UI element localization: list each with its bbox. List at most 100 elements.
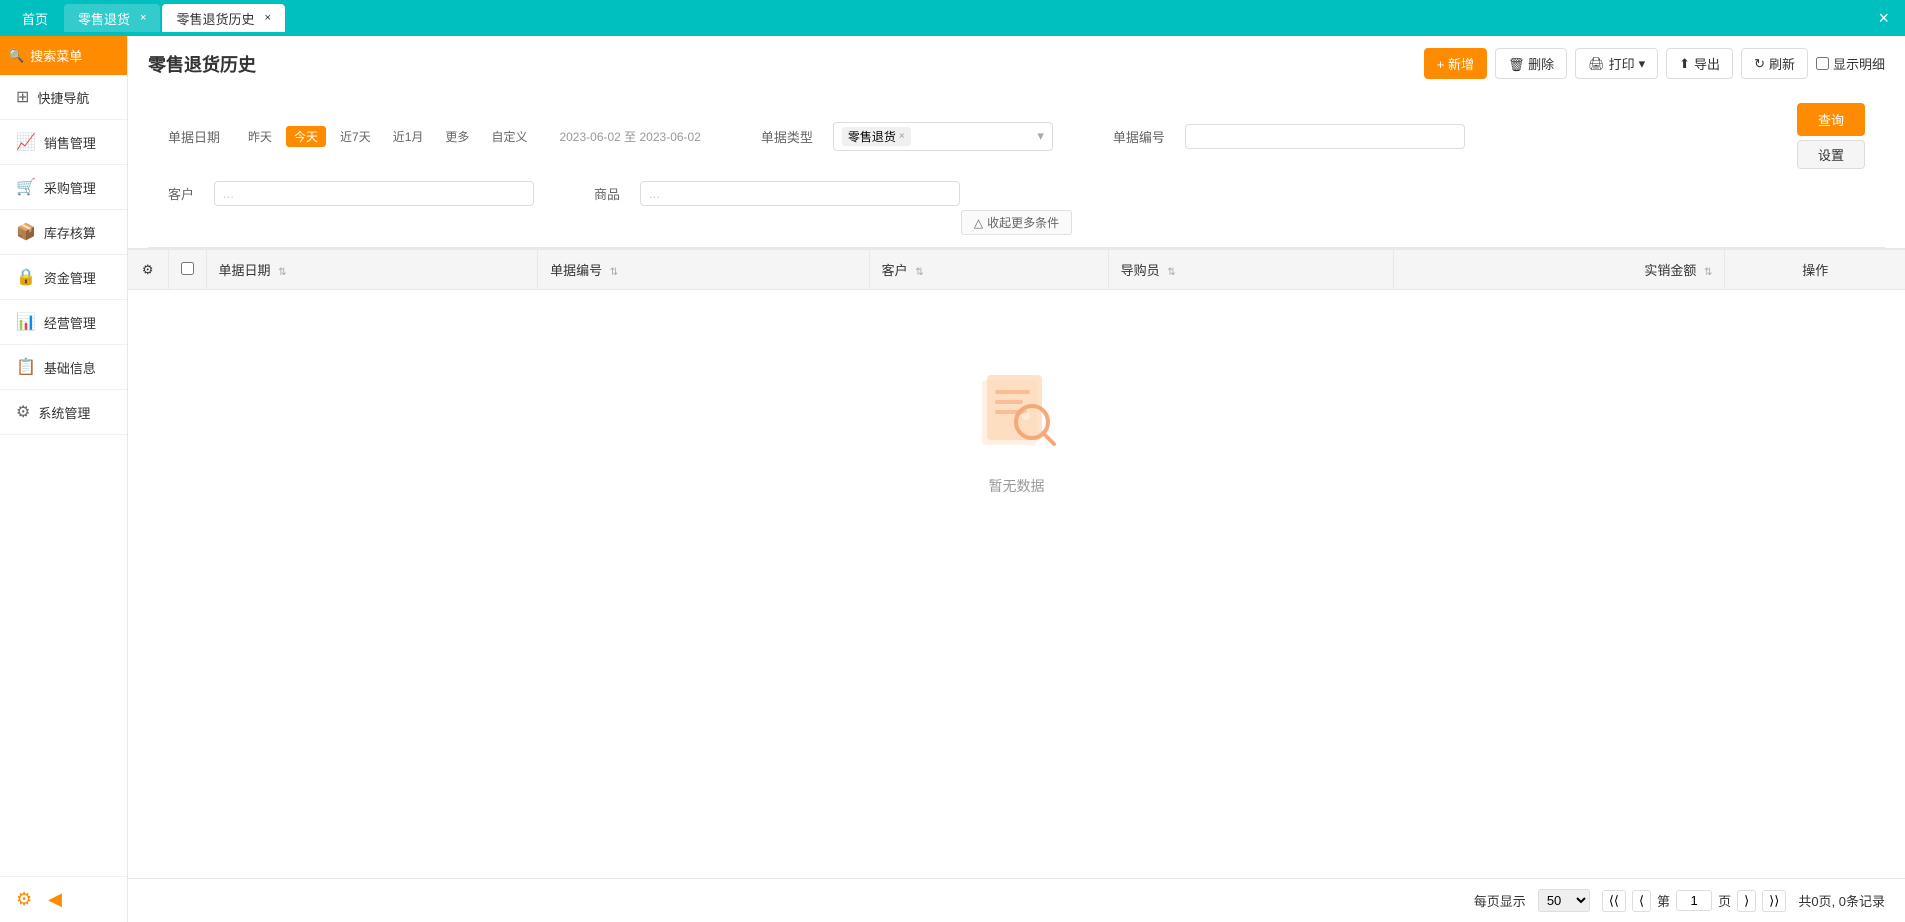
- current-page-input[interactable]: [1676, 890, 1712, 911]
- th-guide-sort[interactable]: ⇅: [1167, 267, 1175, 278]
- delete-button[interactable]: 🗑 删除: [1495, 48, 1567, 79]
- tab-retail-return-history[interactable]: 零售退货历史 ×: [162, 4, 284, 32]
- prev-page-button[interactable]: ⟨: [1632, 890, 1651, 912]
- date-yesterday[interactable]: 昨天: [240, 126, 280, 147]
- date-more[interactable]: 更多: [437, 126, 477, 147]
- select-all-checkbox[interactable]: [181, 262, 194, 275]
- search-icon: 🔍: [8, 48, 24, 64]
- settings-bottom-icon[interactable]: ⚙: [16, 889, 32, 910]
- sidebar-item-sales-mgmt[interactable]: 📈 销售管理: [0, 120, 127, 165]
- type-tag: 零售退货 ×: [842, 127, 911, 146]
- th-settings[interactable]: ⚙: [128, 250, 168, 290]
- sidebar-item-system-mgmt[interactable]: ⚙ 系统管理: [0, 390, 127, 435]
- type-select-dropdown[interactable]: ▾: [1037, 128, 1044, 144]
- sidebar-search[interactable]: 🔍 搜索菜单: [0, 36, 127, 75]
- th-actions: 操作: [1725, 250, 1905, 290]
- sidebar-item-label: 销售管理: [44, 133, 96, 152]
- th-number-sort[interactable]: ⇅: [610, 267, 618, 278]
- next-page-button[interactable]: ⟩: [1737, 890, 1756, 912]
- export-label: 导出: [1694, 54, 1720, 73]
- page-size-select[interactable]: 20 50 100: [1538, 889, 1590, 912]
- customer-select[interactable]: ...: [214, 181, 534, 206]
- sidebar-item-finance[interactable]: 🔒 资金管理: [0, 255, 127, 300]
- table-container: ⚙ 单据日期 ⇅ 单据编号 ⇅ 客户 ⇅: [128, 249, 1905, 878]
- sidebar-item-basic-info[interactable]: 📋 基础信息: [0, 345, 127, 390]
- date-options: 昨天 今天 近7天 近1月 更多 自定义: [240, 126, 535, 147]
- inventory-icon: 📦: [16, 222, 36, 242]
- th-date-sort[interactable]: ⇅: [278, 267, 286, 278]
- collapse-button[interactable]: △ 收起更多条件: [961, 210, 1072, 235]
- tab-retail-return[interactable]: 零售退货 ×: [64, 4, 160, 32]
- th-guide-label: 导购员: [1121, 263, 1160, 278]
- sidebar-search-label: 搜索菜单: [30, 46, 82, 65]
- refresh-button[interactable]: ↻ 刷新: [1741, 48, 1808, 79]
- filter-area: 单据日期 昨天 今天 近7天 近1月 更多 自定义 2023-06-02 至 2…: [148, 91, 1885, 248]
- tab-home[interactable]: 首页: [8, 4, 62, 32]
- th-amount-sort[interactable]: ⇅: [1704, 267, 1712, 278]
- customer-dots: ...: [223, 186, 234, 201]
- customer-label: 客户: [168, 184, 194, 203]
- purchase-icon: 🛒: [16, 177, 36, 197]
- th-number: 单据编号 ⇅: [538, 250, 870, 290]
- page-title: 零售退货历史: [148, 51, 256, 77]
- display-detail-checkbox[interactable]: [1816, 57, 1829, 70]
- settings-button[interactable]: 设置: [1797, 140, 1865, 169]
- export-button[interactable]: ⬆ 导出: [1666, 48, 1733, 79]
- finance-icon: 🔒: [16, 267, 36, 287]
- display-toggle[interactable]: 显示明细: [1816, 54, 1885, 73]
- date-range-display: 2023-06-02 至 2023-06-02: [559, 128, 700, 145]
- page-nav: ⟨⟨ ⟨ 第 页 ⟩ ⟩⟩: [1602, 890, 1787, 912]
- date-7days[interactable]: 近7天: [332, 126, 379, 147]
- th-customer-sort[interactable]: ⇅: [915, 267, 923, 278]
- tab-bar: 首页 零售退货 × 零售退货历史 × ×: [0, 0, 1905, 36]
- pagination-bar: 每页显示 20 50 100 ⟨⟨ ⟨ 第 页 ⟩ ⟩⟩ 共0页, 0条记录: [128, 878, 1905, 922]
- th-number-label: 单据编号: [550, 263, 602, 278]
- goods-dots: ...: [649, 186, 660, 201]
- new-button[interactable]: + 新增: [1424, 48, 1487, 79]
- retail-return-tab-label: 零售退货: [78, 9, 130, 28]
- last-page-button[interactable]: ⟩⟩: [1762, 890, 1786, 912]
- quick-nav-icon: ⊞: [16, 87, 29, 107]
- th-checkbox[interactable]: [168, 250, 206, 290]
- refresh-icon: ↻: [1754, 56, 1765, 72]
- sidebar-item-purchase-mgmt[interactable]: 🛒 采购管理: [0, 165, 127, 210]
- collapse-sidebar-icon[interactable]: ◀: [48, 889, 62, 910]
- sidebar-item-inventory[interactable]: 📦 库存核算: [0, 210, 127, 255]
- page-title-row: 零售退货历史 + 新增 🗑 删除 🖨 打印 ▾ ⬆ 导出 ↻: [148, 48, 1885, 79]
- query-button[interactable]: 查询: [1797, 103, 1865, 136]
- sidebar-item-label: 系统管理: [38, 403, 90, 422]
- th-customer: 客户 ⇅: [869, 250, 1108, 290]
- th-date-label: 单据日期: [219, 263, 271, 278]
- retail-return-tab-close[interactable]: ×: [140, 12, 146, 24]
- retail-return-history-tab-label: 零售退货历史: [176, 9, 254, 28]
- date-1month[interactable]: 近1月: [385, 126, 432, 147]
- sales-icon: 📈: [16, 132, 36, 152]
- retail-return-history-tab-close[interactable]: ×: [264, 12, 270, 24]
- page-unit: 页: [1718, 891, 1731, 910]
- sidebar-item-operations[interactable]: 📊 经营管理: [0, 300, 127, 345]
- th-actions-label: 操作: [1802, 263, 1828, 278]
- page-size-label: 每页显示: [1474, 891, 1526, 910]
- sidebar-item-label: 资金管理: [44, 268, 96, 287]
- toolbar-buttons: + 新增 🗑 删除 🖨 打印 ▾ ⬆ 导出 ↻ 刷新: [1424, 48, 1885, 79]
- filter-row-2: 客户 ... 商品 ...: [168, 181, 1865, 206]
- type-tag-remove[interactable]: ×: [899, 131, 905, 142]
- th-date: 单据日期 ⇅: [206, 250, 538, 290]
- home-tab-label: 首页: [22, 9, 48, 28]
- print-icon: 🖨: [1588, 56, 1605, 72]
- filter-row-1: 单据日期 昨天 今天 近7天 近1月 更多 自定义 2023-06-02 至 2…: [168, 103, 1865, 169]
- type-select[interactable]: 零售退货 × ▾: [833, 122, 1053, 151]
- print-button[interactable]: 🖨 打印 ▾: [1575, 48, 1658, 79]
- number-input[interactable]: [1185, 124, 1465, 149]
- goods-select[interactable]: ...: [640, 181, 960, 206]
- th-amount-label: 实销金额: [1644, 263, 1696, 278]
- date-custom[interactable]: 自定义: [483, 126, 535, 147]
- first-page-button[interactable]: ⟨⟨: [1602, 890, 1626, 912]
- empty-text: 暂无数据: [989, 476, 1045, 496]
- data-table: ⚙ 单据日期 ⇅ 单据编号 ⇅ 客户 ⇅: [128, 250, 1905, 576]
- window-close-button[interactable]: ×: [1870, 8, 1897, 29]
- date-today[interactable]: 今天: [286, 126, 326, 147]
- date-label: 单据日期: [168, 127, 220, 146]
- sidebar-item-quick-nav[interactable]: ⊞ 快捷导航: [0, 75, 127, 120]
- collapse-row: △ 收起更多条件: [168, 210, 1865, 235]
